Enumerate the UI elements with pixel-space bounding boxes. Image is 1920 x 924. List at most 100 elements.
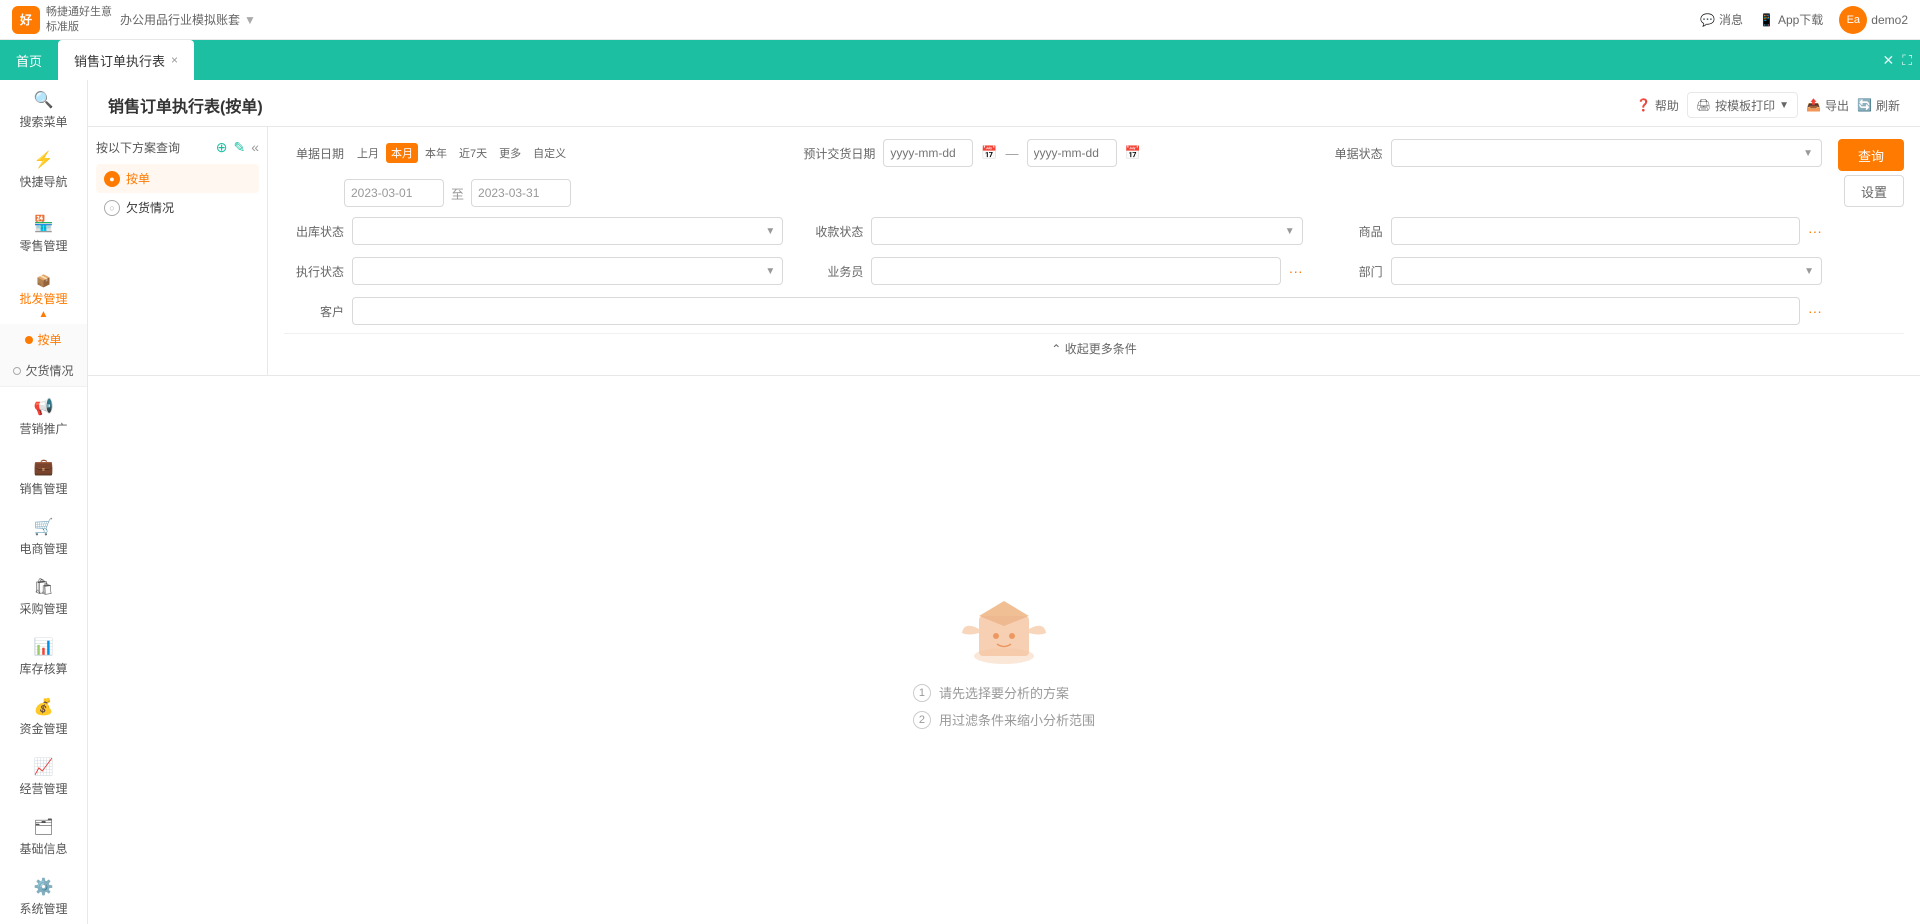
status-select-wrap[interactable]: ▼ bbox=[1391, 139, 1822, 167]
date-from-input[interactable] bbox=[344, 179, 444, 207]
purchase-icon: 🛍 bbox=[33, 577, 53, 597]
sidebar-item-operations[interactable]: 📈 经营管理 bbox=[0, 747, 87, 807]
edit-plan-icon[interactable]: ✎ bbox=[233, 139, 245, 156]
sidebar-item-wholesale[interactable]: 📦 批发管理 ▲ bbox=[0, 264, 87, 324]
sidebar-item-purchase[interactable]: 🛍 采购管理 bbox=[0, 567, 87, 627]
expected-date-from-input[interactable] bbox=[883, 139, 973, 167]
out-status-select[interactable] bbox=[352, 217, 783, 245]
filter-item-exec-status: 执行状态 ▼ bbox=[284, 257, 783, 285]
filter-item-out-status: 出库状态 ▼ bbox=[284, 217, 783, 245]
date-tab-this-year[interactable]: 本年 bbox=[420, 143, 452, 163]
goods-more-icon[interactable]: ··· bbox=[1808, 223, 1822, 239]
logo-text: 畅捷通好生意 标准版 bbox=[46, 5, 112, 34]
sidebar-item-retail[interactable]: 🏪 零售管理 bbox=[0, 204, 87, 264]
user-area[interactable]: Ea demo2 bbox=[1839, 6, 1908, 34]
status-chevron-icon: ▼ bbox=[1803, 148, 1813, 159]
sidebar-item-sales[interactable]: 💼 销售管理 bbox=[0, 447, 87, 507]
query-button[interactable]: 查询 bbox=[1838, 139, 1904, 171]
collapse-left-icon[interactable]: « bbox=[251, 139, 259, 156]
goods-input[interactable] bbox=[1391, 217, 1800, 245]
sales-icon: 💼 bbox=[34, 457, 54, 477]
window-expand-icon[interactable]: ⛶ bbox=[1902, 52, 1912, 69]
collapse-more-button[interactable]: ⌃ 收起更多条件 bbox=[284, 333, 1904, 363]
search-icon: 🔍 bbox=[34, 90, 54, 110]
print-icon: 🖨 bbox=[1696, 98, 1711, 112]
sidebar-item-finance[interactable]: 💰 资金管理 bbox=[0, 687, 87, 747]
tab-home[interactable]: 首页 bbox=[0, 40, 58, 80]
sidebar-item-system[interactable]: ⚙️ 系统管理 bbox=[0, 867, 87, 924]
filter-nav-欠货情况[interactable]: ○ 欠货情况 bbox=[96, 193, 259, 222]
system-icon: ⚙️ bbox=[34, 877, 54, 897]
customer-label: 客户 bbox=[284, 303, 344, 320]
message-action[interactable]: 💬 消息 bbox=[1700, 11, 1743, 28]
customer-more-icon[interactable]: ··· bbox=[1808, 303, 1822, 319]
salesperson-more-icon[interactable]: ··· bbox=[1289, 263, 1303, 279]
out-status-label: 出库状态 bbox=[284, 223, 344, 240]
reset-button[interactable]: 设置 bbox=[1844, 175, 1904, 207]
wholesale-icon: 📦 bbox=[36, 274, 51, 288]
filter-row-3: 执行状态 ▼ 业务员 bbox=[284, 257, 1822, 285]
date-tab-custom[interactable]: 自定义 bbox=[528, 143, 571, 163]
filter-item-goods: 商品 ··· bbox=[1323, 217, 1822, 245]
date-tab-more[interactable]: 更多 bbox=[494, 143, 526, 163]
date-label: 单据日期 bbox=[284, 145, 344, 162]
top-bar-right: 💬 消息 📱 App下载 Ea demo2 bbox=[1700, 6, 1908, 34]
active-dot bbox=[25, 336, 33, 344]
marketing-icon: 📢 bbox=[34, 397, 54, 417]
sidebar-item-marketing[interactable]: 📢 营销推广 bbox=[0, 387, 87, 447]
filter-item-status: 单据状态 ▼ bbox=[1323, 139, 1822, 167]
expected-date-to-input[interactable] bbox=[1027, 139, 1117, 167]
customer-input[interactable] bbox=[352, 297, 1800, 325]
help-button[interactable]: ❓ 帮助 bbox=[1636, 97, 1679, 114]
filter-item-collect-status: 收款状态 ▼ bbox=[803, 217, 1302, 245]
refresh-icon: 🔄 bbox=[1857, 98, 1872, 112]
calendar-from-icon[interactable]: 📅 bbox=[981, 145, 997, 161]
sidebar-sub-item-欠货情况[interactable]: 欠货情况 bbox=[0, 355, 87, 386]
filter-left-header: 按以下方案查询 ⊕ ✎ « bbox=[96, 139, 259, 156]
date-tab-last-month[interactable]: 上月 bbox=[352, 143, 384, 163]
breadcrumb: 办公用品行业模拟账套 ▼ bbox=[120, 11, 256, 28]
filter-item-salesperson: 业务员 ··· bbox=[803, 257, 1302, 285]
collect-status-select-wrap: ▼ bbox=[871, 217, 1302, 245]
filter-left-panel: 按以下方案查询 ⊕ ✎ « ● 按单 ○ 欠货情况 bbox=[88, 127, 268, 375]
date-to-input[interactable] bbox=[471, 179, 571, 207]
filter-rows-and-actions: 单据日期 上月 本月 本年 近7天 更多 自定义 bbox=[284, 139, 1904, 333]
content-area: 销售订单执行表(按单) ❓ 帮助 🖨 按模板打印 ▼ 📤 导出 🔄 刷新 bbox=[88, 80, 1920, 924]
expected-date-label: 预计交货日期 bbox=[803, 145, 875, 162]
refresh-button[interactable]: 🔄 刷新 bbox=[1857, 97, 1900, 114]
date-range-display-row: 至 bbox=[284, 179, 1822, 207]
window-close-icon[interactable]: ✕ bbox=[1882, 52, 1894, 69]
print-button[interactable]: 🖨 按模板打印 ▼ bbox=[1687, 92, 1798, 118]
date-tab-this-month[interactable]: 本月 bbox=[386, 143, 418, 163]
ecommerce-icon: 🛒 bbox=[34, 517, 54, 537]
active-nav-icon: ● bbox=[104, 171, 120, 187]
chevron-down-icon[interactable]: ▼ bbox=[244, 13, 256, 27]
date-tab-7days[interactable]: 近7天 bbox=[454, 143, 492, 163]
export-button[interactable]: 📤 导出 bbox=[1806, 97, 1849, 114]
sidebar-item-ecommerce[interactable]: 🛒 电商管理 bbox=[0, 507, 87, 567]
sidebar-item-quicknav[interactable]: ⚡ 快捷导航 bbox=[0, 140, 87, 200]
clock-icon: ○ bbox=[104, 200, 120, 216]
add-plan-icon[interactable]: ⊕ bbox=[216, 139, 228, 156]
sidebar-sub-item-按单[interactable]: 按单 bbox=[0, 324, 87, 355]
sidebar-item-search[interactable]: 🔍 搜索菜单 bbox=[0, 80, 87, 140]
exec-status-select[interactable] bbox=[352, 257, 783, 285]
tab-active[interactable]: 销售订单执行表 × bbox=[58, 40, 194, 80]
filter-row-2: 出库状态 ▼ 收款状态 bbox=[284, 217, 1822, 245]
tab-close-icon[interactable]: × bbox=[171, 53, 178, 67]
collect-status-select[interactable] bbox=[871, 217, 1302, 245]
calendar-to-icon[interactable]: 📅 bbox=[1125, 145, 1141, 161]
filter-nav-按单[interactable]: ● 按单 bbox=[96, 164, 259, 193]
collect-status-label: 收款状态 bbox=[803, 223, 863, 240]
salesperson-input[interactable] bbox=[871, 257, 1280, 285]
dept-select[interactable] bbox=[1391, 257, 1822, 285]
filter-left-icons: ⊕ ✎ « bbox=[216, 139, 259, 156]
sidebar-item-basic[interactable]: 🗂 基础信息 bbox=[0, 807, 87, 867]
app-download-action[interactable]: 📱 App下载 bbox=[1759, 11, 1823, 28]
logo-area: 好 畅捷通好生意 标准版 bbox=[12, 5, 112, 34]
filter-row-4: 客户 ··· bbox=[284, 297, 1822, 325]
filter-rows: 单据日期 上月 本月 本年 近7天 更多 自定义 bbox=[284, 139, 1822, 333]
operations-icon: 📈 bbox=[34, 757, 54, 777]
empty-illustration bbox=[954, 571, 1054, 671]
sidebar-item-inventory[interactable]: 📊 库存核算 bbox=[0, 627, 87, 687]
